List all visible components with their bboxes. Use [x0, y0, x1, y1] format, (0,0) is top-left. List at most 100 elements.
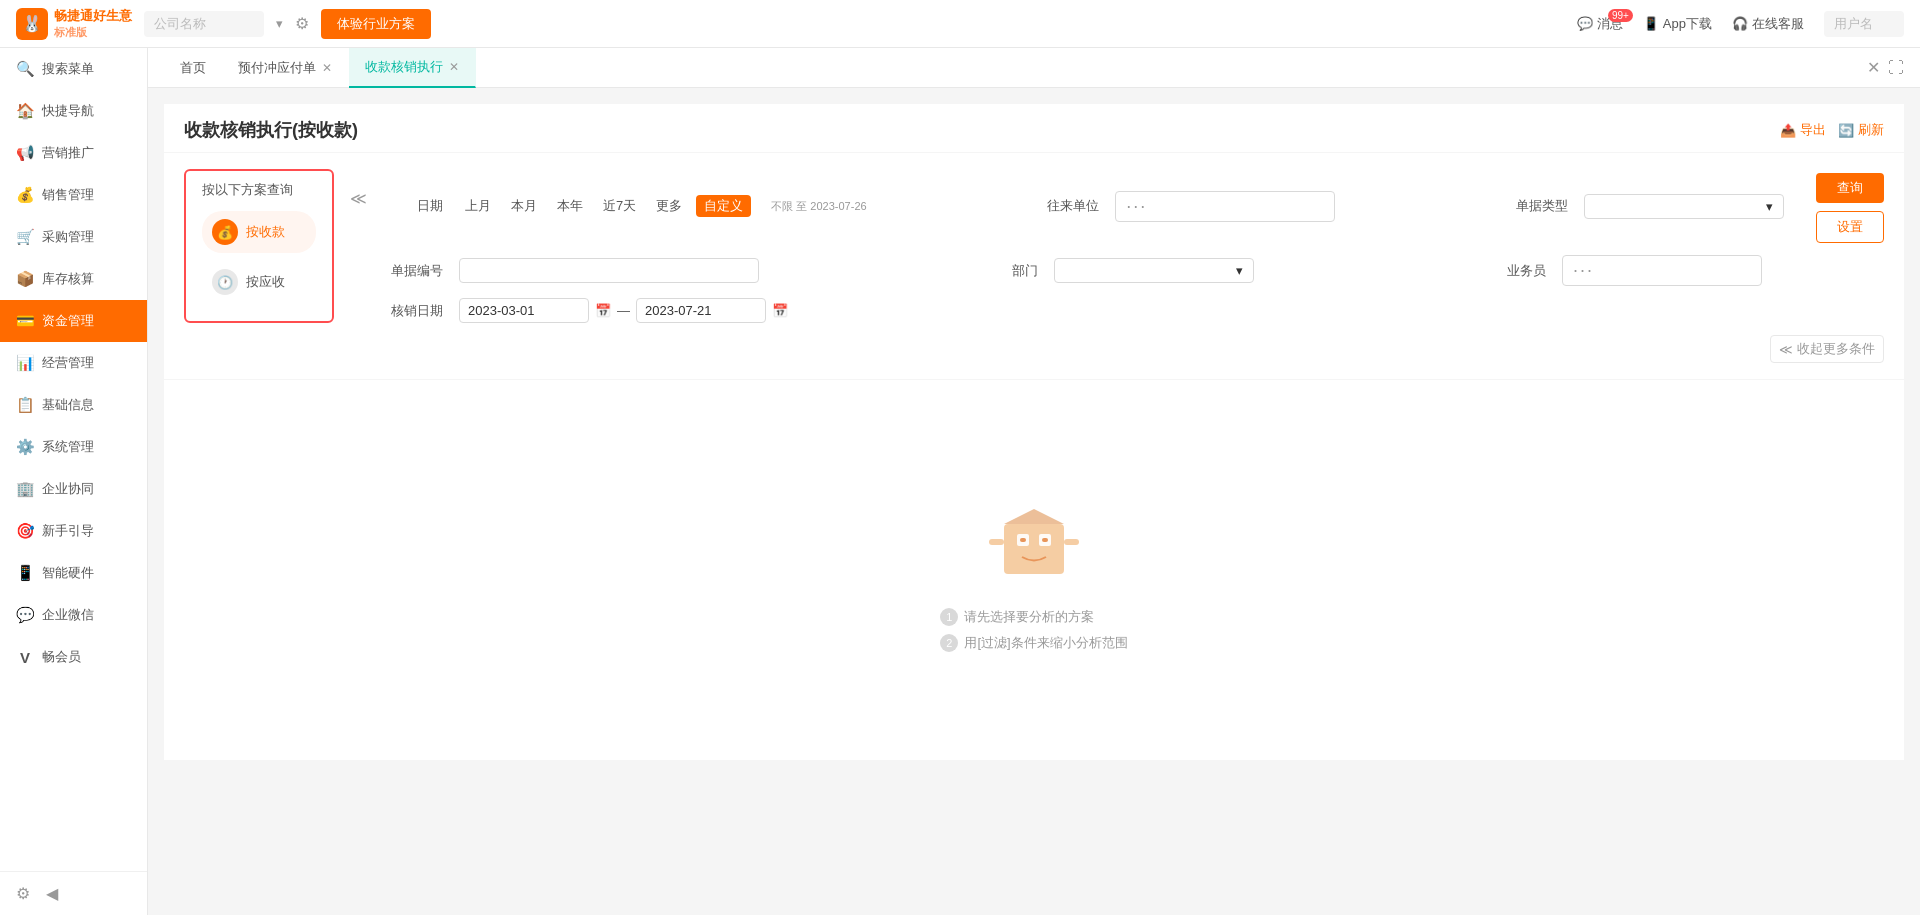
sidebar-item-sales[interactable]: 💰 销售管理 — [0, 174, 147, 216]
operations-icon: 📊 — [16, 354, 34, 372]
refresh-label: 刷新 — [1858, 121, 1884, 139]
date-tab-custom[interactable]: 自定义 — [696, 195, 751, 217]
page-content: 收款核销执行(按收款) 📤 导出 🔄 刷新 按以 — [148, 88, 1920, 915]
sidebar-item-label: 库存核算 — [42, 270, 94, 288]
tab-prepay-close-icon[interactable]: ✕ — [322, 61, 332, 75]
filter-collapse-arrow[interactable]: ≪ — [350, 189, 367, 208]
sidebar-collapse-icon[interactable]: ◀ — [46, 884, 58, 903]
content-area: 首页 预付冲应付单 ✕ 收款核销执行 ✕ ✕ ⛶ 收款核销执行(按收款) 📤 — [148, 48, 1920, 915]
sidebar-item-label: 快捷导航 — [42, 102, 94, 120]
date-tab-this-month[interactable]: 本月 — [505, 195, 543, 217]
vendor-label: 往来单位 — [1047, 197, 1099, 215]
tab-prepay[interactable]: 预付冲应付单 ✕ — [222, 48, 349, 88]
filter-option-by-receipt[interactable]: 💰 按收款 — [202, 211, 316, 253]
solution-button[interactable]: 体验行业方案 — [321, 9, 431, 39]
sidebar-item-label: 畅会员 — [42, 648, 81, 666]
vendor-dots: ··· — [1126, 196, 1147, 217]
sidebar-item-quick-nav[interactable]: 🏠 快捷导航 — [0, 90, 147, 132]
sidebar-item-member[interactable]: V 畅会员 — [0, 636, 147, 678]
date-unlimited-hint: 不限 至 2023-07-26 — [771, 199, 866, 214]
marketing-icon: 📢 — [16, 144, 34, 162]
company-selector[interactable]: 公司名称 — [144, 11, 264, 37]
staff-input[interactable]: ··· — [1562, 255, 1762, 286]
by-receipt-label: 按收款 — [246, 223, 285, 241]
export-icon: 📤 — [1780, 123, 1796, 138]
query-button[interactable]: 查询 — [1816, 173, 1884, 203]
doc-type-label: 单据类型 — [1516, 197, 1568, 215]
refresh-button[interactable]: 🔄 刷新 — [1838, 121, 1884, 139]
top-bar: 🐰 畅捷通好生意 标准版 公司名称 ▾ ⚙ 体验行业方案 💬 消息 99+ 📱 … — [0, 0, 1920, 48]
svg-rect-5 — [1042, 538, 1048, 542]
sidebar-item-basic-info[interactable]: 📋 基础信息 — [0, 384, 147, 426]
dept-select[interactable]: ▾ — [1054, 258, 1254, 283]
hint-num-2: 2 — [940, 634, 958, 652]
company-dropdown-icon[interactable]: ▾ — [276, 16, 283, 31]
verify-date-end-input[interactable] — [636, 298, 766, 323]
app-download-icon: 📱 — [1643, 16, 1659, 31]
staff-label: 业务员 — [1507, 262, 1546, 280]
page-title-actions: 📤 导出 🔄 刷新 — [1780, 121, 1884, 139]
empty-illustration — [984, 489, 1084, 592]
sidebar-item-operations[interactable]: 📊 经营管理 — [0, 342, 147, 384]
date-tab-more[interactable]: 更多 — [650, 195, 688, 217]
date-shortcuts: 上月 本月 本年 近7天 更多 自定义 — [459, 195, 751, 217]
wechat-icon: 💬 — [16, 606, 34, 624]
export-button[interactable]: 📤 导出 — [1780, 121, 1826, 139]
setting-button[interactable]: 设置 — [1816, 211, 1884, 243]
vendor-input[interactable]: ··· — [1115, 191, 1335, 222]
hint-num-1: 1 — [940, 608, 958, 626]
sidebar-item-system[interactable]: ⚙️ 系统管理 — [0, 426, 147, 468]
member-icon: V — [16, 649, 34, 666]
date-label: 日期 — [383, 197, 443, 215]
filter-scheme-title: 按以下方案查询 — [202, 181, 316, 199]
svg-rect-7 — [1064, 539, 1079, 545]
filter-rows: 日期 上月 本月 本年 近7天 更多 自定义 不限 至 2023-07-26 — [383, 169, 1884, 323]
verify-date-start-calendar-icon[interactable]: 📅 — [595, 303, 611, 318]
sidebar-item-label: 企业协同 — [42, 480, 94, 498]
empty-hint-2: 2 用[过滤]条件来缩小分析范围 — [940, 634, 1127, 652]
sidebar-item-purchase[interactable]: 🛒 采购管理 — [0, 216, 147, 258]
app-download-button[interactable]: 📱 App下载 — [1643, 15, 1712, 33]
user-profile[interactable]: 用户名 — [1824, 11, 1904, 37]
tab-home[interactable]: 首页 — [164, 48, 222, 88]
verify-date-label: 核销日期 — [383, 302, 443, 320]
doc-type-select[interactable]: ▾ — [1584, 194, 1784, 219]
sidebar-item-guide[interactable]: 🎯 新手引导 — [0, 510, 147, 552]
filter-option-by-receivable[interactable]: 🕐 按应收 — [202, 261, 316, 303]
sidebar-item-finance[interactable]: 💳 资金管理 — [0, 300, 147, 342]
page-title: 收款核销执行(按收款) — [184, 118, 358, 142]
verify-date-start-input[interactable] — [459, 298, 589, 323]
settings-icon[interactable]: ⚙ — [295, 14, 309, 33]
doc-no-input[interactable] — [459, 258, 759, 283]
main-layout: 🔍 搜索菜单 🏠 快捷导航 📢 营销推广 💰 销售管理 🛒 采购管理 📦 库存核… — [0, 48, 1920, 915]
svg-rect-4 — [1020, 538, 1026, 542]
date-tab-7days[interactable]: 近7天 — [597, 195, 642, 217]
collapse-icon: ≪ — [1779, 342, 1793, 357]
tab-close-all-icon[interactable]: ✕ — [1867, 58, 1880, 77]
filter-panel: 按以下方案查询 💰 按收款 🕐 按应收 ≪ — [164, 153, 1904, 379]
sidebar-bottom: ⚙ ◀ — [0, 871, 147, 915]
page-title-bar: 收款核销执行(按收款) 📤 导出 🔄 刷新 — [164, 104, 1904, 152]
date-tab-last-month[interactable]: 上月 — [459, 195, 497, 217]
sidebar-item-label: 营销推广 — [42, 144, 94, 162]
sidebar-item-wechat[interactable]: 💬 企业微信 — [0, 594, 147, 636]
verify-date-end-calendar-icon[interactable]: 📅 — [772, 303, 788, 318]
by-receivable-label: 按应收 — [246, 273, 285, 291]
tab-expand-icon[interactable]: ⛶ — [1888, 59, 1904, 77]
sidebar-settings-icon[interactable]: ⚙ — [16, 884, 30, 903]
sidebar-item-enterprise[interactable]: 🏢 企业协同 — [0, 468, 147, 510]
sidebar-item-hardware[interactable]: 📱 智能硬件 — [0, 552, 147, 594]
date-tab-this-year[interactable]: 本年 — [551, 195, 589, 217]
sidebar-item-label: 搜索菜单 — [42, 60, 94, 78]
sidebar-item-search-menu[interactable]: 🔍 搜索菜单 — [0, 48, 147, 90]
collapse-conditions-button[interactable]: ≪ 收起更多条件 — [1770, 335, 1884, 363]
service-label: 在线客服 — [1752, 15, 1804, 33]
online-service-button[interactable]: 🎧 在线客服 — [1732, 15, 1804, 33]
tab-receipt-verify[interactable]: 收款核销执行 ✕ — [349, 48, 476, 88]
finance-icon: 💳 — [16, 312, 34, 330]
messages-button[interactable]: 💬 消息 99+ — [1577, 15, 1623, 33]
tab-receipt-verify-close-icon[interactable]: ✕ — [449, 60, 459, 74]
sidebar-item-inventory[interactable]: 📦 库存核算 — [0, 258, 147, 300]
by-receipt-icon: 💰 — [212, 219, 238, 245]
sidebar-item-marketing[interactable]: 📢 营销推广 — [0, 132, 147, 174]
